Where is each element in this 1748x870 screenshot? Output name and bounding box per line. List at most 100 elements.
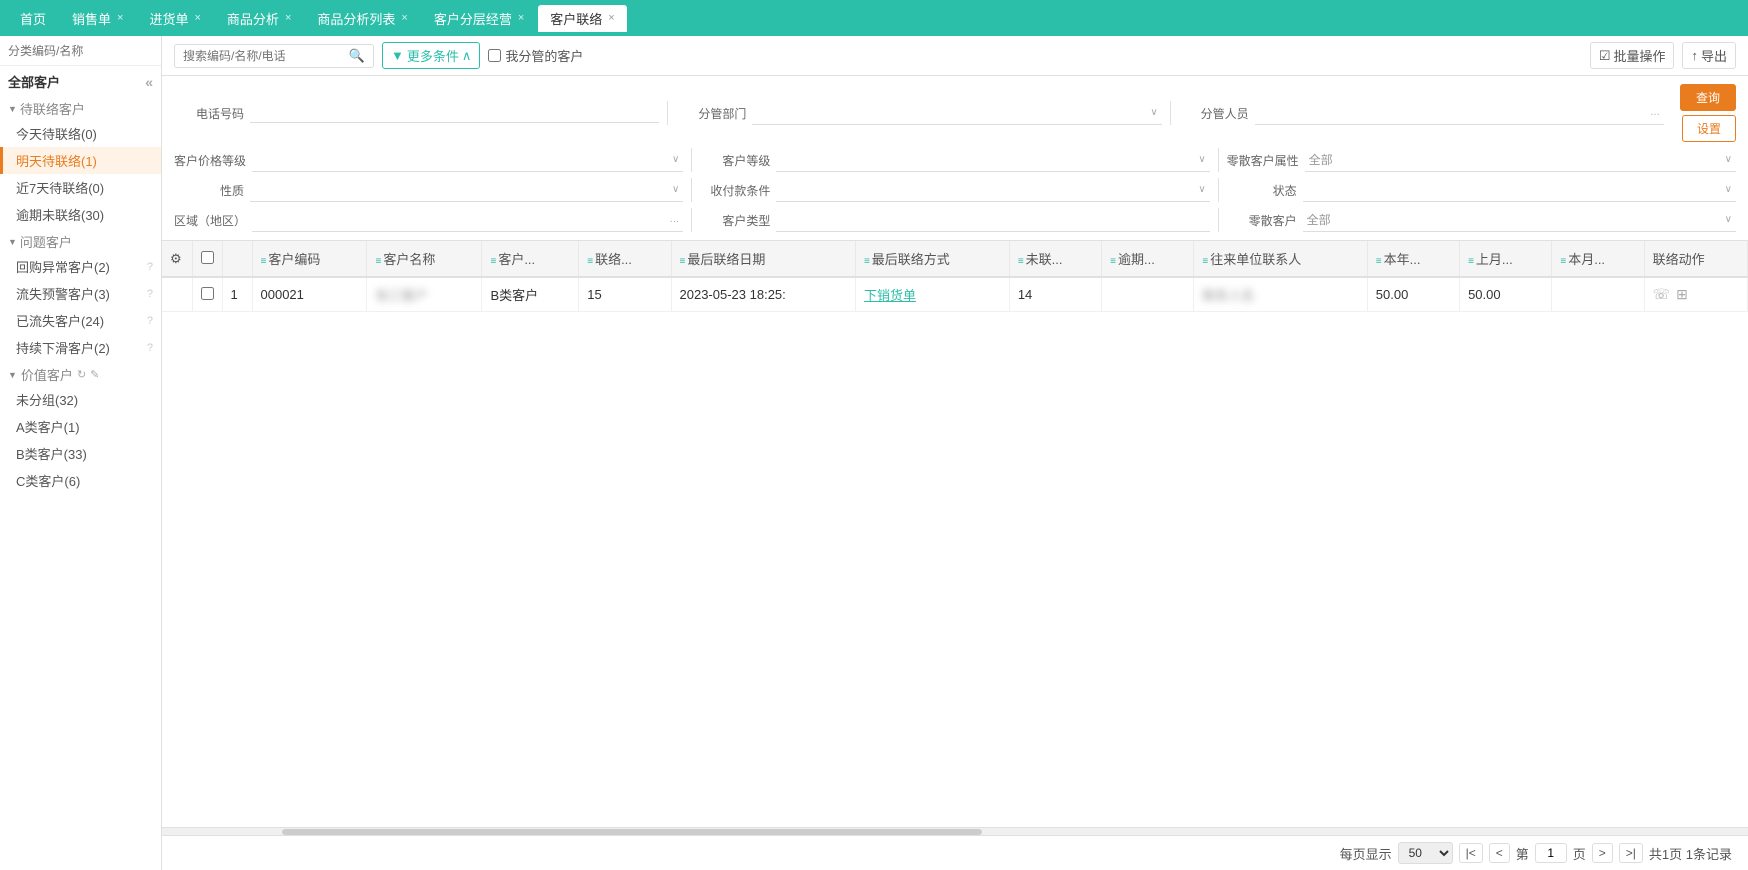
h-scrollbar[interactable] — [162, 827, 1748, 835]
filter-customer-level: 客户等级 ∨ — [700, 148, 1209, 172]
main-search-icon[interactable]: 🔍 — [349, 48, 365, 64]
filter-payment-select[interactable]: ∨ — [776, 178, 1209, 202]
batch-btn[interactable]: ☑ 批量操作 — [1590, 42, 1675, 69]
status-arrow-icon: ∨ — [1725, 184, 1732, 195]
col-type[interactable]: ≡客户... — [482, 241, 579, 277]
filter-person-select[interactable]: … — [1255, 101, 1664, 125]
nav-purchase[interactable]: 进货单 × — [137, 5, 212, 32]
cell-unit-contact: 联系人名 — [1194, 277, 1367, 312]
sidebar-item-abnormal[interactable]: 回购异常客户(2) ? — [0, 253, 161, 280]
main-search-box: 🔍 — [174, 44, 374, 68]
sidebar-item-class-b[interactable]: B类客户(33) — [0, 440, 161, 467]
sidebar-search-input[interactable] — [8, 44, 162, 58]
col-last-month[interactable]: ≡上月... — [1460, 241, 1552, 277]
filter-customer-type-select[interactable] — [776, 208, 1209, 232]
sidebar-item-churn-warn[interactable]: 流失预警客户(3) ? — [0, 280, 161, 307]
filter-btn-group: 查询 设置 — [1680, 84, 1736, 142]
filter-zero-customer: 零散客户 全部 ∨ — [1227, 208, 1736, 232]
filter-dept-select[interactable]: ∨ — [752, 101, 1161, 125]
cell-name: 张三客户 — [367, 277, 482, 312]
sidebar-item-tomorrow[interactable]: 明天待联络(1) — [0, 147, 161, 174]
sidebar-item-class-c[interactable]: C类客户(6) — [0, 467, 161, 494]
next-page-btn[interactable]: > — [1592, 843, 1613, 863]
col-checkbox[interactable] — [192, 241, 222, 277]
nav-customer-layer-close[interactable]: × — [518, 12, 524, 24]
nav-customer-contact[interactable]: 客户联络 × — [538, 5, 626, 32]
prev-page-btn[interactable]: < — [1489, 843, 1510, 863]
first-page-btn[interactable]: |< — [1459, 843, 1483, 863]
sidebar-item-class-a[interactable]: A类客户(1) — [0, 413, 161, 440]
col-this-month[interactable]: ≡本月... — [1552, 241, 1644, 277]
nav-analysis-list-close[interactable]: × — [401, 12, 407, 24]
sidebar-item-overdue[interactable]: 逾期未联络(30) — [0, 201, 161, 228]
filter-phone: 电话号码 — [174, 104, 659, 123]
col-name[interactable]: ≡客户名称 — [367, 241, 482, 277]
col-code[interactable]: ≡客户编码 — [252, 241, 367, 277]
nav-customer-contact-close[interactable]: × — [608, 12, 614, 24]
value-edit-icon[interactable]: ✎ — [90, 368, 99, 381]
col-unit-contact[interactable]: ≡往来单位联系人 — [1194, 241, 1367, 277]
nav-sales[interactable]: 销售单 × — [60, 5, 135, 32]
nav-home[interactable]: 首页 — [8, 5, 58, 32]
col-last-method[interactable]: ≡最后联络方式 — [855, 241, 1009, 277]
filter-row-2: 客户价格等级 ∨ 客户等级 ∨ 零散客户属性 — [174, 148, 1736, 172]
select-all-checkbox[interactable] — [201, 251, 214, 264]
cell-checkbox[interactable] — [192, 277, 222, 312]
per-page-select[interactable]: 50 100 200 — [1398, 842, 1453, 864]
nav-analysis[interactable]: 商品分析 × — [215, 5, 303, 32]
filter-area-select[interactable]: … — [252, 208, 683, 232]
filter-price-level-select[interactable]: ∨ — [252, 148, 683, 172]
filter-nature: 性质 ∨ — [174, 178, 683, 202]
nav-customer-layer[interactable]: 客户分层经营 × — [422, 5, 536, 32]
h-scrollbar-thumb[interactable] — [282, 829, 982, 835]
col-overdue[interactable]: ≡逾期... — [1102, 241, 1194, 277]
col-gear[interactable]: ⚙ — [162, 241, 192, 277]
action-phone-icon[interactable]: ☏ — [1653, 286, 1671, 303]
nav-purchase-close[interactable]: × — [194, 12, 200, 24]
cell-last-method[interactable]: 下销货单 — [855, 277, 1009, 312]
query-btn[interactable]: 查询 — [1680, 84, 1736, 111]
filter-chevron-icon: ∧ — [462, 48, 472, 64]
cell-type: B类客户 — [482, 277, 579, 312]
more-filter-btn[interactable]: ▼ 更多条件 ∧ — [382, 42, 480, 69]
main-search-input[interactable] — [183, 49, 345, 63]
filter-payment: 收付款条件 ∨ — [700, 178, 1209, 202]
value-refresh-icon[interactable]: ↻ — [77, 368, 86, 381]
nav-analysis-close[interactable]: × — [285, 12, 291, 24]
filter-phone-input[interactable] — [250, 104, 659, 123]
sidebar-item-declining[interactable]: 持续下滑客户(2) ? — [0, 334, 161, 361]
my-customers-checkbox-label[interactable]: 我分管的客户 — [488, 46, 583, 65]
question-icon-1: ? — [147, 261, 153, 273]
col-last-date[interactable]: ≡最后联络日期 — [671, 241, 855, 277]
nav-sales-close[interactable]: × — [117, 12, 123, 24]
sidebar-all-customers[interactable]: 全部客户 « — [0, 66, 161, 95]
sidebar-item-7days[interactable]: 近7天待联络(0) — [0, 174, 161, 201]
set-btn[interactable]: 设置 — [1682, 115, 1736, 142]
filter-person: 分管人员 … — [1179, 101, 1664, 125]
page-number-input[interactable] — [1535, 843, 1567, 863]
export-btn[interactable]: ↑ 导出 — [1682, 42, 1736, 69]
last-page-btn[interactable]: >| — [1619, 843, 1643, 863]
filter-zero-customer-select[interactable]: 全部 ∨ — [1303, 208, 1736, 232]
row-checkbox[interactable] — [201, 287, 214, 300]
sidebar-item-ungrouped[interactable]: 未分组(32) — [0, 386, 161, 413]
sidebar-item-churned[interactable]: 已流失客户(24) ? — [0, 307, 161, 334]
sidebar-item-today[interactable]: 今天待联络(0) — [0, 120, 161, 147]
table-container: ⚙ ≡客户编码 ≡客户名称 ≡客户... ≡联络... ≡最后联络日期 ≡最后联… — [162, 241, 1748, 827]
my-customers-checkbox[interactable] — [488, 49, 501, 62]
filter-area: 区域（地区） … — [174, 208, 683, 232]
dept-arrow-icon: ∨ — [1150, 107, 1157, 118]
collapse-icon[interactable]: « — [145, 74, 153, 90]
col-no-contact[interactable]: ≡未联... — [1009, 241, 1101, 277]
filter-zero-attr-select[interactable]: 全部 ∨ — [1305, 148, 1736, 172]
sidebar-search-container: 🔍 — [0, 36, 161, 66]
nav-analysis-list[interactable]: 商品分析列表 × — [305, 5, 419, 32]
action-grid-icon[interactable]: ⊞ — [1676, 286, 1688, 303]
filter-nature-select[interactable]: ∨ — [250, 178, 683, 202]
col-contact[interactable]: ≡联络... — [579, 241, 671, 277]
customer-level-arrow-icon: ∨ — [1198, 154, 1205, 165]
filter-zero-attr: 零散客户属性 全部 ∨ — [1227, 148, 1736, 172]
filter-customer-level-select[interactable]: ∨ — [776, 148, 1209, 172]
filter-status-select[interactable]: ∨ — [1303, 178, 1736, 202]
col-this-year[interactable]: ≡本年... — [1367, 241, 1459, 277]
